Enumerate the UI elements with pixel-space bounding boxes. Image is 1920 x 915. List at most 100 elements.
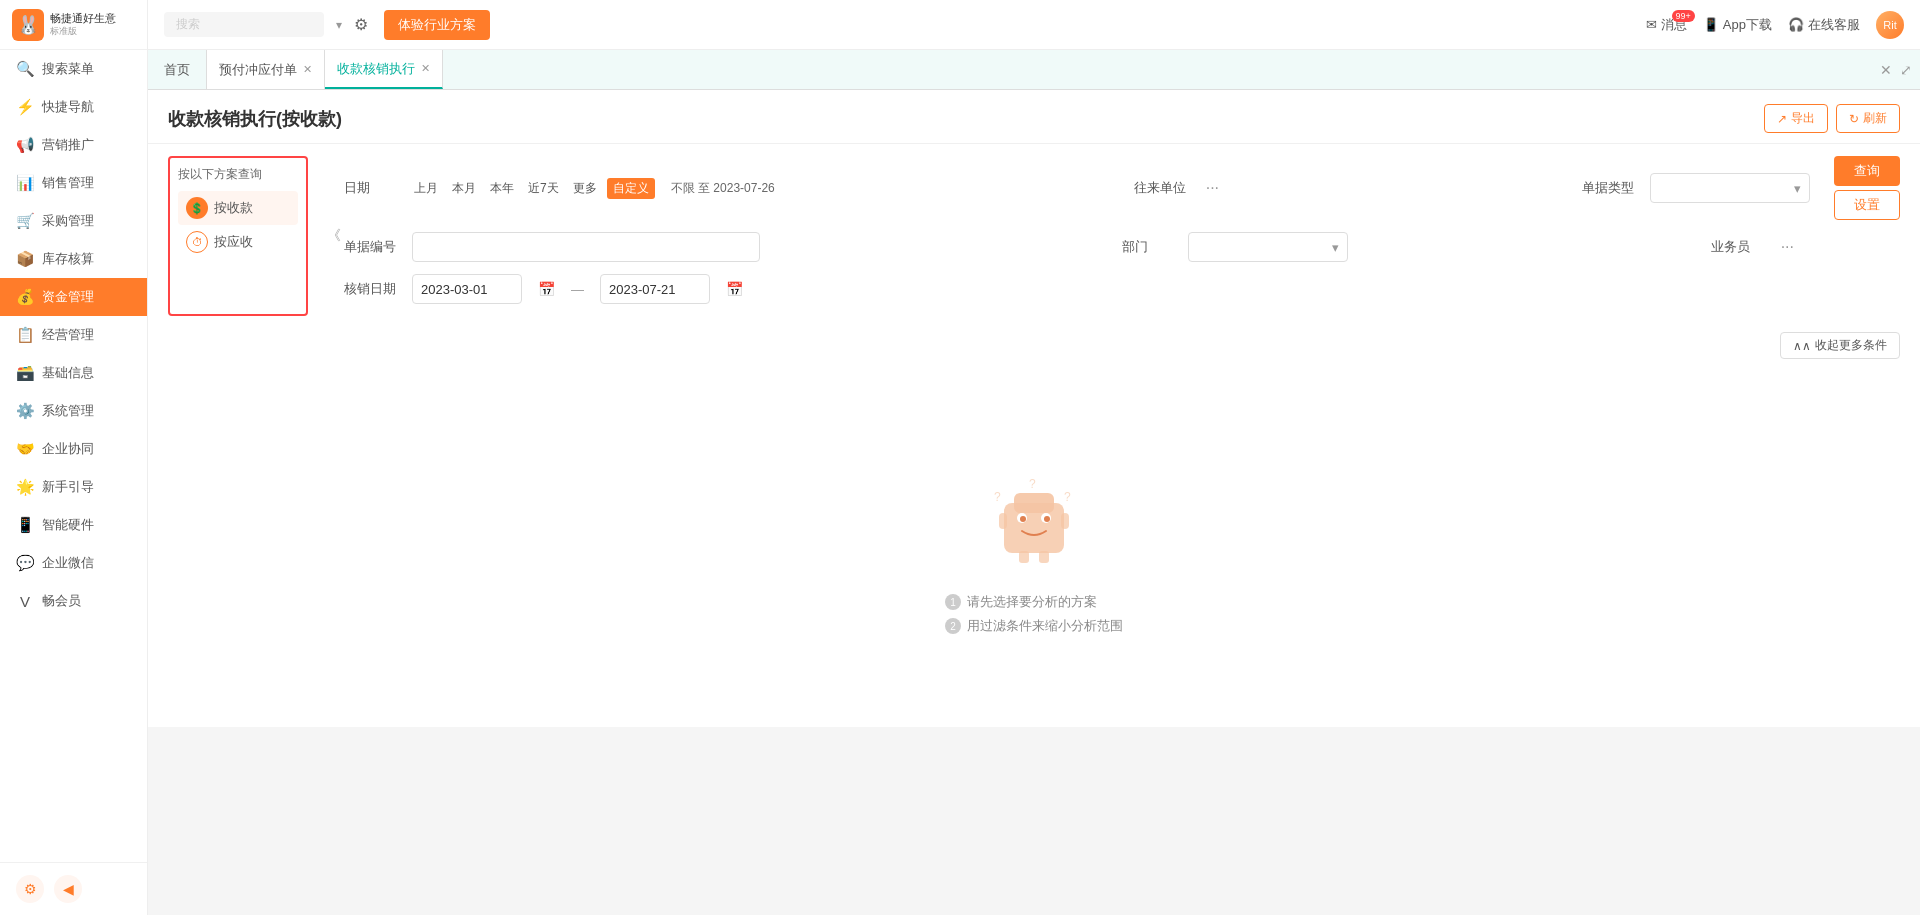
date-custom[interactable]: 自定义 [607, 178, 655, 199]
message-button[interactable]: ✉ 消息 99+ [1646, 16, 1687, 34]
finance-icon: 💰 [16, 288, 34, 306]
sidebar-item-smart-hw[interactable]: 📱智能硬件 [0, 506, 147, 544]
operations-icon: 📋 [16, 326, 34, 344]
date-last-month[interactable]: 上月 [410, 178, 442, 199]
filter-by-receipt-label: 按收款 [214, 199, 253, 217]
header-chevron-icon[interactable]: ▾ [336, 18, 342, 32]
tab-receipt-verify-close-icon[interactable]: ✕ [421, 62, 430, 75]
svg-rect-7 [1061, 513, 1069, 529]
refresh-button[interactable]: ↻ 刷新 [1836, 104, 1900, 133]
export-button[interactable]: ↗ 导出 [1764, 104, 1828, 133]
date-label: 日期 [344, 179, 394, 197]
empty-tip-1: 1 请先选择要分析的方案 [945, 593, 1123, 611]
system-icon: ⚙️ [16, 402, 34, 420]
main-area: 搜索 ▾ ⚙ 体验行业方案 ✉ 消息 99+ 📱 App下载 🎧 在线客服 Ri… [148, 0, 1920, 915]
filter-sidebar: 按以下方案查询 💲 按收款 ⏱ 按应收 [168, 156, 308, 316]
tab-prepay-close-icon[interactable]: ✕ [303, 63, 312, 76]
filter-option-by-receivable[interactable]: ⏱ 按应收 [178, 225, 298, 259]
purchase-icon: 🛒 [16, 212, 34, 230]
sales-icon: 📊 [16, 174, 34, 192]
query-button[interactable]: 查询 [1834, 156, 1900, 186]
date-range-text: 不限 至 2023-07-26 [671, 180, 775, 197]
sidebar-item-operations[interactable]: 📋经营管理 [0, 316, 147, 354]
collapse-more-button[interactable]: ∧∧ 收起更多条件 [1780, 332, 1900, 359]
sidebar-item-finance[interactable]: 💰 资金管理 [0, 278, 147, 316]
member-icon: V [16, 593, 34, 610]
doc-type-select[interactable]: ▾ [1650, 173, 1810, 203]
header-right: ✉ 消息 99+ 📱 App下载 🎧 在线客服 Rit [1646, 11, 1904, 39]
sidebar-label-enterprise: 企业协同 [42, 440, 94, 458]
sidebar-item-wechat[interactable]: 💬 企业微信 [0, 544, 147, 582]
headset-icon: 🎧 [1788, 17, 1804, 32]
empty-tips-list: 1 请先选择要分析的方案 2 用过滤条件来缩小分析范围 [945, 593, 1123, 641]
filter-option-by-receipt[interactable]: 💲 按收款 [178, 191, 298, 225]
date-shortcuts: 上月 本月 本年 近7天 更多 自定义 [410, 178, 655, 199]
sidebar-label-inventory: 库存核算 [42, 250, 94, 268]
department-select[interactable]: ▾ [1188, 232, 1348, 262]
collapse-up-icon: ∧∧ [1793, 339, 1811, 353]
tab-close-window-icon[interactable]: ✕ [1880, 62, 1892, 78]
sidebar-bottom: ⚙ ◀ [0, 862, 147, 915]
app-download-button[interactable]: 📱 App下载 [1703, 16, 1772, 34]
wechat-icon: 💬 [16, 554, 34, 572]
sidebar-item-system[interactable]: ⚙️系统管理 [0, 392, 147, 430]
sidebar-label-finance: 资金管理 [42, 288, 94, 306]
collapse-sidebar-icon[interactable]: ◀ [54, 875, 82, 903]
doc-number-input[interactable] [412, 232, 760, 262]
home-tab-label: 首页 [164, 61, 190, 79]
tab-prepay[interactable]: 预付冲应付单 ✕ [207, 50, 325, 89]
setting-button[interactable]: 设置 [1834, 190, 1900, 220]
sidebar-label-member: 畅会员 [42, 592, 81, 610]
filter-panel: 按以下方案查询 💲 按收款 ⏱ 按应收 《 日期 [148, 143, 1920, 328]
svg-point-5 [1044, 516, 1050, 522]
inventory-icon: 📦 [16, 250, 34, 268]
sidebar-item-newbie[interactable]: 🌟新手引导 [0, 468, 147, 506]
sidebar-item-inventory[interactable]: 📦 库存核算 [0, 240, 147, 278]
page-title-bar: 收款核销执行(按收款) ↗ 导出 ↻ 刷新 [148, 90, 1920, 143]
date-7days[interactable]: 近7天 [524, 178, 563, 199]
svg-rect-9 [1039, 551, 1049, 563]
sidebar-item-sales[interactable]: 📊销售管理 [0, 164, 147, 202]
page-title: 收款核销执行(按收款) [168, 107, 342, 131]
sidebar-label-wechat: 企业微信 [42, 554, 94, 572]
tab-receipt-verify[interactable]: 收款核销执行 ✕ [325, 50, 443, 89]
sidebar-item-quick-nav[interactable]: ⚡快捷导航 [0, 88, 147, 126]
verify-date-end-calendar-icon[interactable]: 📅 [726, 281, 743, 297]
date-more[interactable]: 更多 [569, 178, 601, 199]
page-inner: 收款核销执行(按收款) ↗ 导出 ↻ 刷新 按以下方案查询 [148, 90, 1920, 727]
settings-bottom-icon[interactable]: ⚙ [16, 875, 44, 903]
form-row-1: 日期 上月 本月 本年 近7天 更多 自定义 不限 至 2023-07-26 [344, 156, 1900, 220]
sidebar-item-member[interactable]: V 畅会员 [0, 582, 147, 620]
sidebar-item-purchase[interactable]: 🛒采购管理 [0, 202, 147, 240]
page-content: 收款核销执行(按收款) ↗ 导出 ↻ 刷新 按以下方案查询 [148, 90, 1920, 915]
sidebar-nav: 🔍搜索菜单⚡快捷导航📢营销推广📊销售管理🛒采购管理 📦 库存核算 💰 资金管理 📋经营管理… [0, 50, 147, 862]
salesman-ellipsis[interactable]: ··· [1777, 238, 1798, 256]
sidebar-label-search-menu: 搜索菜单 [42, 60, 94, 78]
header-search[interactable]: 搜索 [164, 12, 324, 37]
tab-maximize-icon[interactable]: ⤢ [1900, 62, 1912, 78]
industry-solution-button[interactable]: 体验行业方案 [384, 10, 490, 40]
filter-collapse-arrow[interactable]: 《 [324, 156, 344, 316]
online-service-button[interactable]: 🎧 在线客服 [1788, 16, 1860, 34]
sidebar-item-enterprise[interactable]: 🤝企业协同 [0, 430, 147, 468]
verify-date-start-input[interactable] [412, 274, 522, 304]
doc-type-label: 单据类型 [1582, 179, 1634, 197]
search-placeholder-text: 搜索 [176, 17, 200, 31]
sidebar-item-search-menu[interactable]: 🔍搜索菜单 [0, 50, 147, 88]
sidebar-item-basic-info[interactable]: 🗃️基础信息 [0, 354, 147, 392]
user-avatar[interactable]: Rit [1876, 11, 1904, 39]
sidebar-label-basic-info: 基础信息 [42, 364, 94, 382]
verify-date-end-input[interactable] [600, 274, 710, 304]
counterpart-ellipsis[interactable]: ··· [1202, 179, 1223, 197]
date-this-year[interactable]: 本年 [486, 178, 518, 199]
verify-date-start-calendar-icon[interactable]: 📅 [538, 281, 555, 297]
collapse-more-bar: ∧∧ 收起更多条件 [148, 328, 1920, 367]
header-gear-icon[interactable]: ⚙ [354, 15, 368, 34]
sidebar-item-marketing[interactable]: 📢营销推广 [0, 126, 147, 164]
date-this-month[interactable]: 本月 [448, 178, 480, 199]
empty-illustration: ? ? ? [984, 473, 1084, 573]
svg-rect-1 [1014, 493, 1054, 513]
tab-bar: 首页 预付冲应付单 ✕ 收款核销执行 ✕ ✕ ⤢ [148, 50, 1920, 90]
tab-home[interactable]: 首页 [148, 50, 207, 89]
sidebar-label-smart-hw: 智能硬件 [42, 516, 94, 534]
